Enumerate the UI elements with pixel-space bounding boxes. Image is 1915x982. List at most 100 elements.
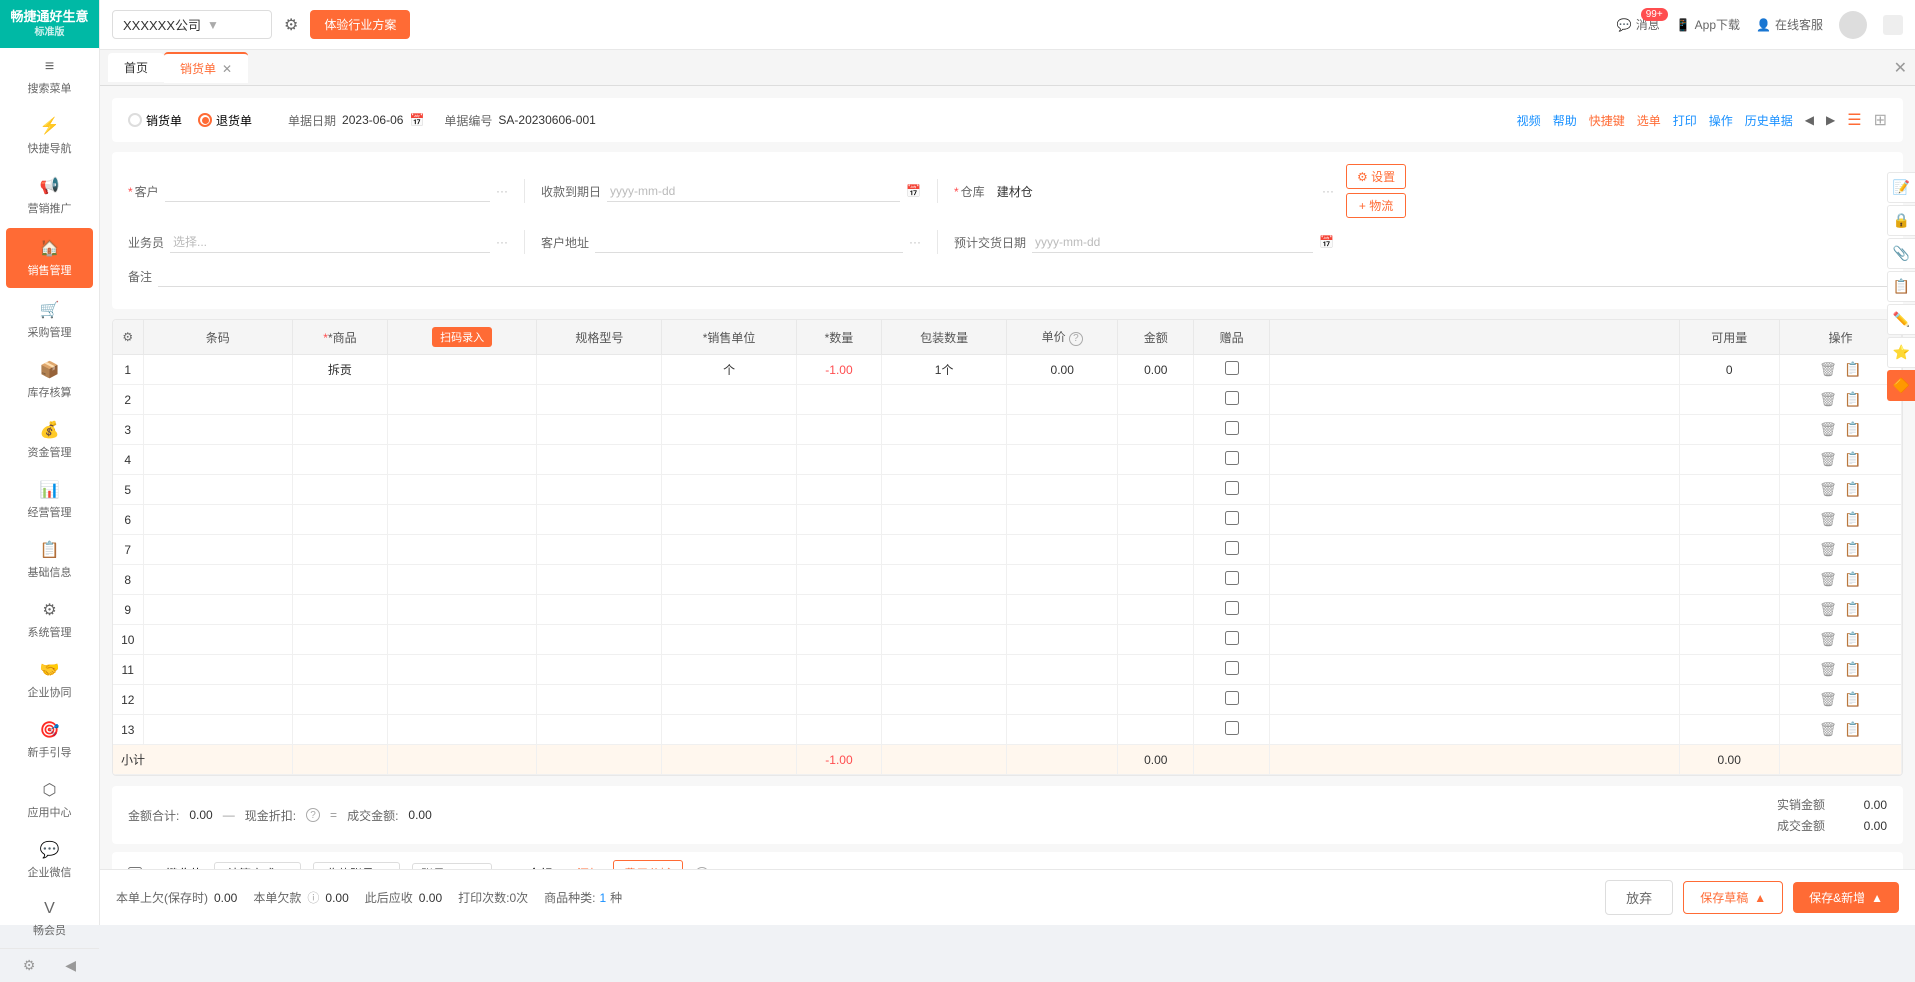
gift-checkbox[interactable] — [1225, 541, 1239, 555]
account-input[interactable] — [412, 863, 492, 870]
cell-spec[interactable] — [537, 445, 662, 475]
expected-delivery-calendar-icon[interactable]: 📅 — [1319, 235, 1334, 249]
cell-spec[interactable] — [537, 565, 662, 595]
gift-checkbox[interactable] — [1225, 361, 1239, 375]
radio-return[interactable]: 退货单 — [198, 112, 252, 129]
sidebar-collapse-icon[interactable]: ◀ — [65, 957, 76, 974]
cell-qty[interactable] — [796, 625, 881, 655]
gift-checkbox[interactable] — [1225, 511, 1239, 525]
barcode-input[interactable] — [188, 513, 248, 527]
cell-spec[interactable] — [537, 415, 662, 445]
message-btn[interactable]: 💬 消息 99+ — [1617, 16, 1660, 33]
float-lock-btn[interactable]: 🔒 — [1887, 205, 1915, 236]
gift-checkbox[interactable] — [1225, 631, 1239, 645]
cell-amount[interactable] — [1118, 535, 1194, 565]
sidebar-item-member[interactable]: V 畅会员 — [0, 890, 99, 948]
barcode-input[interactable] — [188, 573, 248, 587]
cell-product[interactable] — [292, 625, 387, 655]
customer-more-icon[interactable]: ··· — [496, 184, 508, 198]
cell-qty[interactable] — [796, 385, 881, 415]
cell-spec[interactable] — [537, 355, 662, 385]
online-service-btn[interactable]: 👤 在线客服 — [1756, 16, 1823, 33]
sidebar-item-enterprise[interactable]: 🤝 企业协同 — [0, 650, 99, 710]
draft-dropdown-icon[interactable]: ▲ — [1754, 891, 1766, 905]
sidebar-item-wechat[interactable]: 💬 企业微信 — [0, 830, 99, 890]
cell-amount[interactable] — [1118, 385, 1194, 415]
cell-qty[interactable] — [796, 475, 881, 505]
barcode-input[interactable] — [188, 723, 248, 737]
cell-barcode[interactable] — [143, 445, 292, 475]
cell-price[interactable] — [1007, 685, 1118, 715]
cell-unit[interactable] — [662, 715, 796, 745]
tab-sales[interactable]: 销货单 ✕ — [164, 52, 248, 83]
cell-gift[interactable] — [1194, 415, 1270, 445]
cell-price[interactable] — [1007, 535, 1118, 565]
cell-barcode[interactable] — [143, 655, 292, 685]
cell-pkg-qty[interactable] — [882, 475, 1007, 505]
cell-barcode[interactable] — [143, 505, 292, 535]
cell-unit[interactable] — [662, 625, 796, 655]
cell-unit[interactable] — [662, 535, 796, 565]
cell-amount[interactable] — [1118, 685, 1194, 715]
select-link[interactable]: 选单 — [1637, 112, 1661, 129]
cell-unit[interactable] — [662, 415, 796, 445]
cell-qty[interactable]: -1.00 — [796, 355, 881, 385]
scan-btn[interactable]: 扫码录入 — [432, 327, 492, 347]
expense-help-icon[interactable]: ? — [695, 867, 709, 870]
app-download-btn[interactable]: 📱 App下载 — [1676, 16, 1740, 33]
delete-row-icon[interactable]: 🗑 — [1817, 391, 1839, 407]
discount-help-icon[interactable]: ? — [306, 808, 320, 822]
cell-price[interactable] — [1007, 595, 1118, 625]
cell-amount[interactable] — [1118, 475, 1194, 505]
barcode-input[interactable] — [188, 663, 248, 677]
cell-pkg-qty[interactable] — [882, 385, 1007, 415]
video-link[interactable]: 视频 — [1517, 112, 1541, 129]
delete-row-icon[interactable]: 🗑 — [1817, 481, 1839, 497]
expense-split-btn[interactable]: 费用分摊 — [613, 860, 683, 869]
shortcut-link[interactable]: 快捷键 — [1589, 112, 1625, 129]
cell-qty[interactable] — [796, 445, 881, 475]
cell-pkg-qty[interactable] — [882, 715, 1007, 745]
cell-unit[interactable] — [662, 655, 796, 685]
user-avatar[interactable] — [1839, 11, 1867, 39]
barcode-input[interactable] — [188, 453, 248, 467]
cell-price[interactable] — [1007, 625, 1118, 655]
salesperson-input[interactable] — [170, 232, 490, 253]
product-type-value[interactable]: 1 — [599, 891, 606, 905]
cell-spec[interactable] — [537, 535, 662, 565]
copy-row-icon[interactable]: 📋 — [1842, 601, 1863, 617]
delete-row-icon[interactable]: 🗑 — [1817, 691, 1839, 707]
cell-pkg-qty[interactable] — [882, 445, 1007, 475]
cell-qty[interactable] — [796, 565, 881, 595]
settings-gear-icon[interactable]: ⚙ — [284, 15, 298, 35]
cell-product[interactable]: 拆贡 — [292, 355, 387, 385]
cell-pkg-qty[interactable] — [882, 535, 1007, 565]
sidebar-item-guide[interactable]: 🎯 新手引导 — [0, 710, 99, 770]
barcode-input[interactable] — [188, 483, 248, 497]
cell-spec[interactable] — [537, 475, 662, 505]
delete-row-icon[interactable]: 🗑 — [1817, 451, 1839, 467]
cell-product[interactable] — [292, 505, 387, 535]
cell-gift[interactable] — [1194, 715, 1270, 745]
payment-due-calendar-icon[interactable]: 📅 — [906, 184, 921, 198]
barcode-input[interactable] — [188, 633, 248, 647]
gift-checkbox[interactable] — [1225, 451, 1239, 465]
delete-row-icon[interactable]: 🗑 — [1817, 421, 1839, 437]
barcode-input[interactable] — [188, 693, 248, 707]
cell-qty[interactable] — [796, 655, 881, 685]
delete-row-icon[interactable]: 🗑 — [1817, 541, 1839, 557]
delete-row-icon[interactable]: 🗑 — [1817, 361, 1839, 377]
cell-pkg-qty[interactable]: 1个 — [882, 355, 1007, 385]
sidebar-item-purchase-mgmt[interactable]: 🛒 采购管理 — [0, 290, 99, 350]
cell-price[interactable] — [1007, 655, 1118, 685]
delete-row-icon[interactable]: 🗑 — [1817, 721, 1839, 737]
copy-row-icon[interactable]: 📋 — [1842, 421, 1863, 437]
cell-gift[interactable] — [1194, 625, 1270, 655]
trial-btn[interactable]: 体验行业方案 — [310, 10, 410, 39]
setup-btn[interactable]: ⚙ 设置 — [1346, 164, 1406, 189]
copy-row-icon[interactable]: 📋 — [1842, 691, 1863, 707]
cell-unit[interactable] — [662, 505, 796, 535]
calc-method-select[interactable]: 结算方式 — [214, 862, 301, 870]
tab-home[interactable]: 首页 — [108, 53, 164, 82]
cell-product[interactable] — [292, 565, 387, 595]
